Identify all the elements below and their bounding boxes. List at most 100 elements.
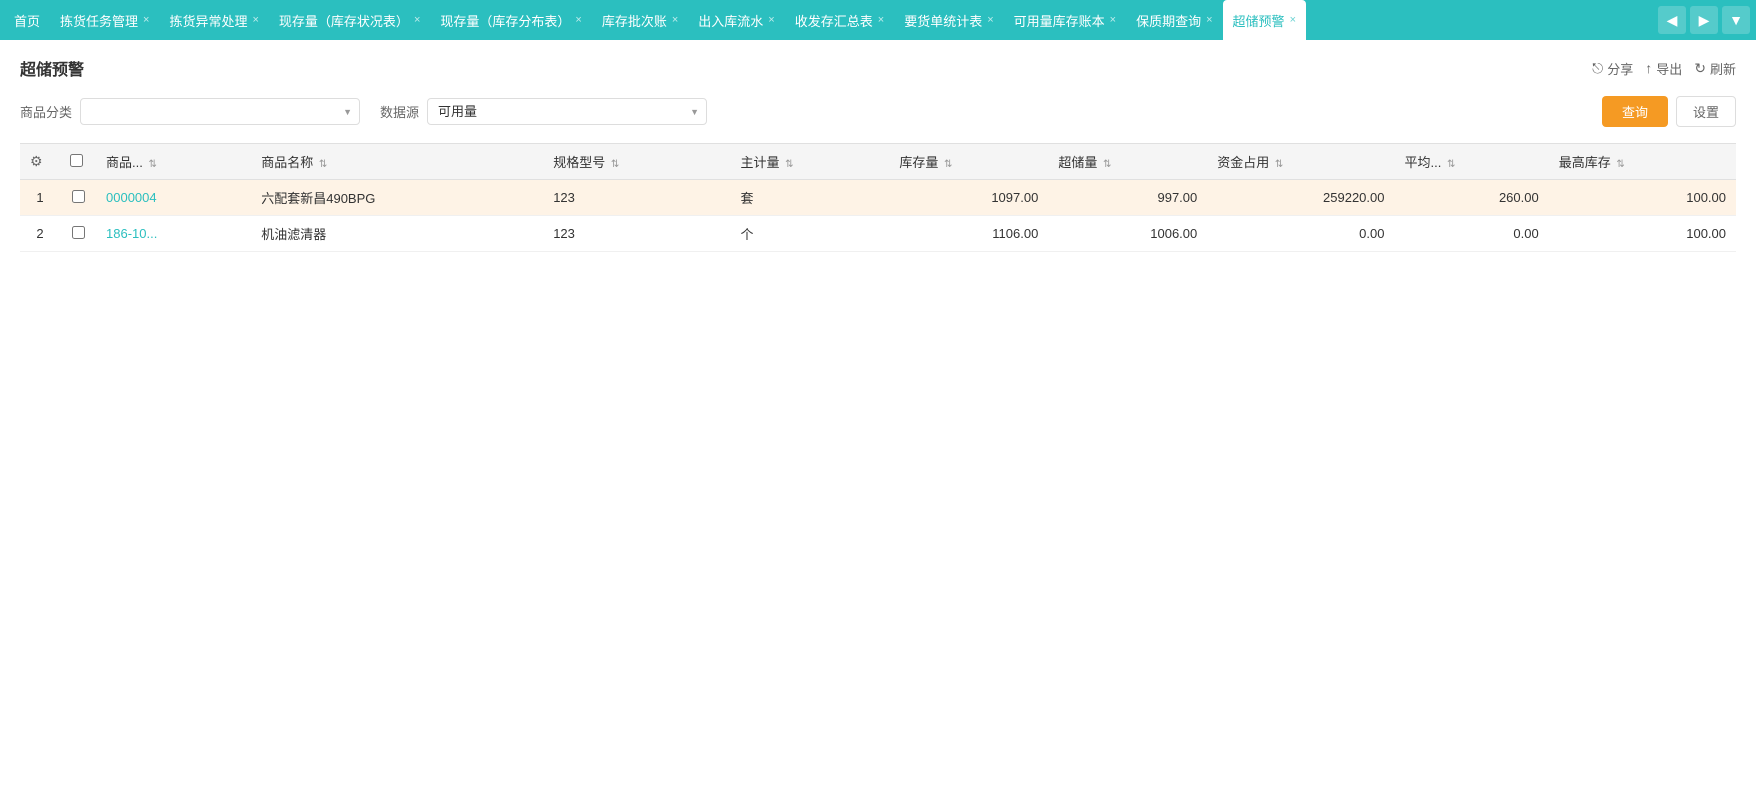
nav-close-icon[interactable]: × [575, 14, 581, 26]
nav-close-icon[interactable]: × [1206, 14, 1212, 26]
gear-icon[interactable]: ⚙ [30, 153, 43, 169]
row-avg: 260.00 [1394, 180, 1548, 216]
table-row: 2 186-10... 机油滤清器 123 个 1106.00 1006.00 … [20, 216, 1736, 252]
nav-close-icon[interactable]: × [1110, 14, 1116, 26]
select-all-checkbox[interactable] [70, 154, 83, 167]
nav-stock-dist[interactable]: 现存量（库存分布表） × [430, 0, 591, 40]
row-spec: 123 [543, 180, 730, 216]
page-content: 超储预警 ⎋ 分享 ↑ 导出 ↻ 刷新 商品分类 [0, 40, 1756, 800]
nav-task-mgmt[interactable]: 拣货任务管理 × [50, 0, 159, 40]
sort-icon: ⇅ [319, 159, 327, 170]
export-link[interactable]: ↑ 导出 [1645, 59, 1682, 78]
sort-icon: ⇅ [148, 159, 156, 170]
row-overstock: 1006.00 [1048, 216, 1207, 252]
col-product-name[interactable]: 商品名称 ⇅ [251, 144, 543, 180]
nav-close-icon[interactable]: × [768, 14, 774, 26]
table-head: ⚙ 商品... ⇅ 商品名称 ⇅ 规格型号 ⇅ 主计量 [20, 144, 1736, 180]
filter-bar: 商品分类 数据源 可用量 查询 设置 [20, 96, 1736, 127]
row-product-name: 机油滤清器 [251, 216, 543, 252]
category-select[interactable] [80, 98, 360, 125]
sort-icon: ⇅ [785, 159, 793, 170]
nav-overstock[interactable]: 超储预警 × [1223, 0, 1306, 40]
sort-icon: ⇅ [1275, 159, 1283, 170]
col-avg[interactable]: 平均... ⇅ [1394, 144, 1548, 180]
nav-close-icon[interactable]: × [143, 14, 149, 26]
nav-close-icon[interactable]: × [672, 14, 678, 26]
nav-more-btn[interactable]: ▼ [1722, 6, 1750, 34]
row-max-stock: 100.00 [1549, 216, 1736, 252]
nav-avail-stock[interactable]: 可用量库存账本 × [1004, 0, 1126, 40]
query-button[interactable]: 查询 [1602, 96, 1668, 127]
sort-icon: ⇅ [611, 159, 619, 170]
category-label: 商品分类 [20, 102, 72, 121]
col-overstock[interactable]: 超储量 ⇅ [1048, 144, 1207, 180]
col-spec[interactable]: 规格型号 ⇅ [543, 144, 730, 180]
export-icon: ↑ [1645, 60, 1652, 76]
col-checkbox-header [60, 144, 96, 180]
page-title: 超储预警 [20, 56, 84, 80]
share-icon: ⎋ [1592, 60, 1603, 77]
col-stock[interactable]: 库存量 ⇅ [889, 144, 1048, 180]
datasource-label: 数据源 [380, 102, 419, 121]
row-checkbox[interactable] [72, 190, 85, 203]
row-product-name: 六配套新昌490BPG [251, 180, 543, 216]
table-row: 1 0000004 六配套新昌490BPG 123 套 1097.00 997.… [20, 180, 1736, 216]
row-product-code: 186-10... [96, 216, 251, 252]
col-product-code[interactable]: 商品... ⇅ [96, 144, 251, 180]
nav-summary[interactable]: 收发存汇总表 × [785, 0, 894, 40]
filter-actions: 查询 设置 [1602, 96, 1736, 127]
nav-abnormal[interactable]: 拣货异常处理 × [159, 0, 268, 40]
refresh-icon: ↻ [1694, 60, 1706, 77]
data-table: ⚙ 商品... ⇅ 商品名称 ⇅ 规格型号 ⇅ 主计量 [20, 143, 1736, 252]
refresh-link[interactable]: ↻ 刷新 [1694, 59, 1736, 78]
col-unit[interactable]: 主计量 ⇅ [730, 144, 889, 180]
nav-home[interactable]: 首页 [4, 0, 50, 40]
col-capital[interactable]: 资金占用 ⇅ [1207, 144, 1394, 180]
nav-close-icon[interactable]: × [987, 14, 993, 26]
row-max-stock: 100.00 [1549, 180, 1736, 216]
nav-next-btn[interactable]: ▶ [1690, 6, 1718, 34]
row-checkbox[interactable] [72, 226, 85, 239]
row-checkbox-cell [60, 180, 96, 216]
page-header: 超储预警 ⎋ 分享 ↑ 导出 ↻ 刷新 [20, 56, 1736, 80]
row-stock: 1106.00 [889, 216, 1048, 252]
category-filter-group: 商品分类 [20, 98, 360, 125]
row-avg: 0.00 [1394, 216, 1548, 252]
col-gear: ⚙ [20, 144, 60, 180]
row-num: 1 [20, 180, 60, 216]
settings-button[interactable]: 设置 [1676, 96, 1736, 127]
category-select-wrapper [80, 98, 360, 125]
sort-icon: ⇅ [944, 159, 952, 170]
datasource-select[interactable]: 可用量 [427, 98, 707, 125]
sort-icon: ⇅ [1103, 159, 1111, 170]
nav-close-icon[interactable]: × [414, 14, 420, 26]
nav-controls: ◀ ▶ ▼ [1656, 6, 1752, 34]
col-max-stock[interactable]: 最高库存 ⇅ [1549, 144, 1736, 180]
row-capital: 259220.00 [1207, 180, 1394, 216]
row-capital: 0.00 [1207, 216, 1394, 252]
page-actions: ⎋ 分享 ↑ 导出 ↻ 刷新 [1592, 59, 1736, 78]
nav-prev-btn[interactable]: ◀ [1658, 6, 1686, 34]
nav-batch[interactable]: 库存批次账 × [592, 0, 688, 40]
nav-order-stats[interactable]: 要货单统计表 × [894, 0, 1003, 40]
nav-close-icon[interactable]: × [878, 14, 884, 26]
nav-quality[interactable]: 保质期查询 × [1126, 0, 1222, 40]
nav-close-icon[interactable]: × [1290, 14, 1296, 26]
row-product-code: 0000004 [96, 180, 251, 216]
row-num: 2 [20, 216, 60, 252]
row-spec: 123 [543, 216, 730, 252]
top-nav: 首页 拣货任务管理 × 拣货异常处理 × 现存量（库存状况表） × 现存量（库存… [0, 0, 1756, 40]
table-body: 1 0000004 六配套新昌490BPG 123 套 1097.00 997.… [20, 180, 1736, 252]
nav-stock-status[interactable]: 现存量（库存状况表） × [269, 0, 430, 40]
share-link[interactable]: ⎋ 分享 [1592, 59, 1633, 78]
row-stock: 1097.00 [889, 180, 1048, 216]
sort-icon: ⇅ [1447, 159, 1455, 170]
row-unit: 个 [730, 216, 889, 252]
nav-inout[interactable]: 出入库流水 × [688, 0, 784, 40]
row-overstock: 997.00 [1048, 180, 1207, 216]
nav-close-icon[interactable]: × [252, 14, 258, 26]
datasource-filter-group: 数据源 可用量 [380, 98, 707, 125]
sort-icon: ⇅ [1616, 159, 1624, 170]
datasource-select-wrapper: 可用量 [427, 98, 707, 125]
row-checkbox-cell [60, 216, 96, 252]
